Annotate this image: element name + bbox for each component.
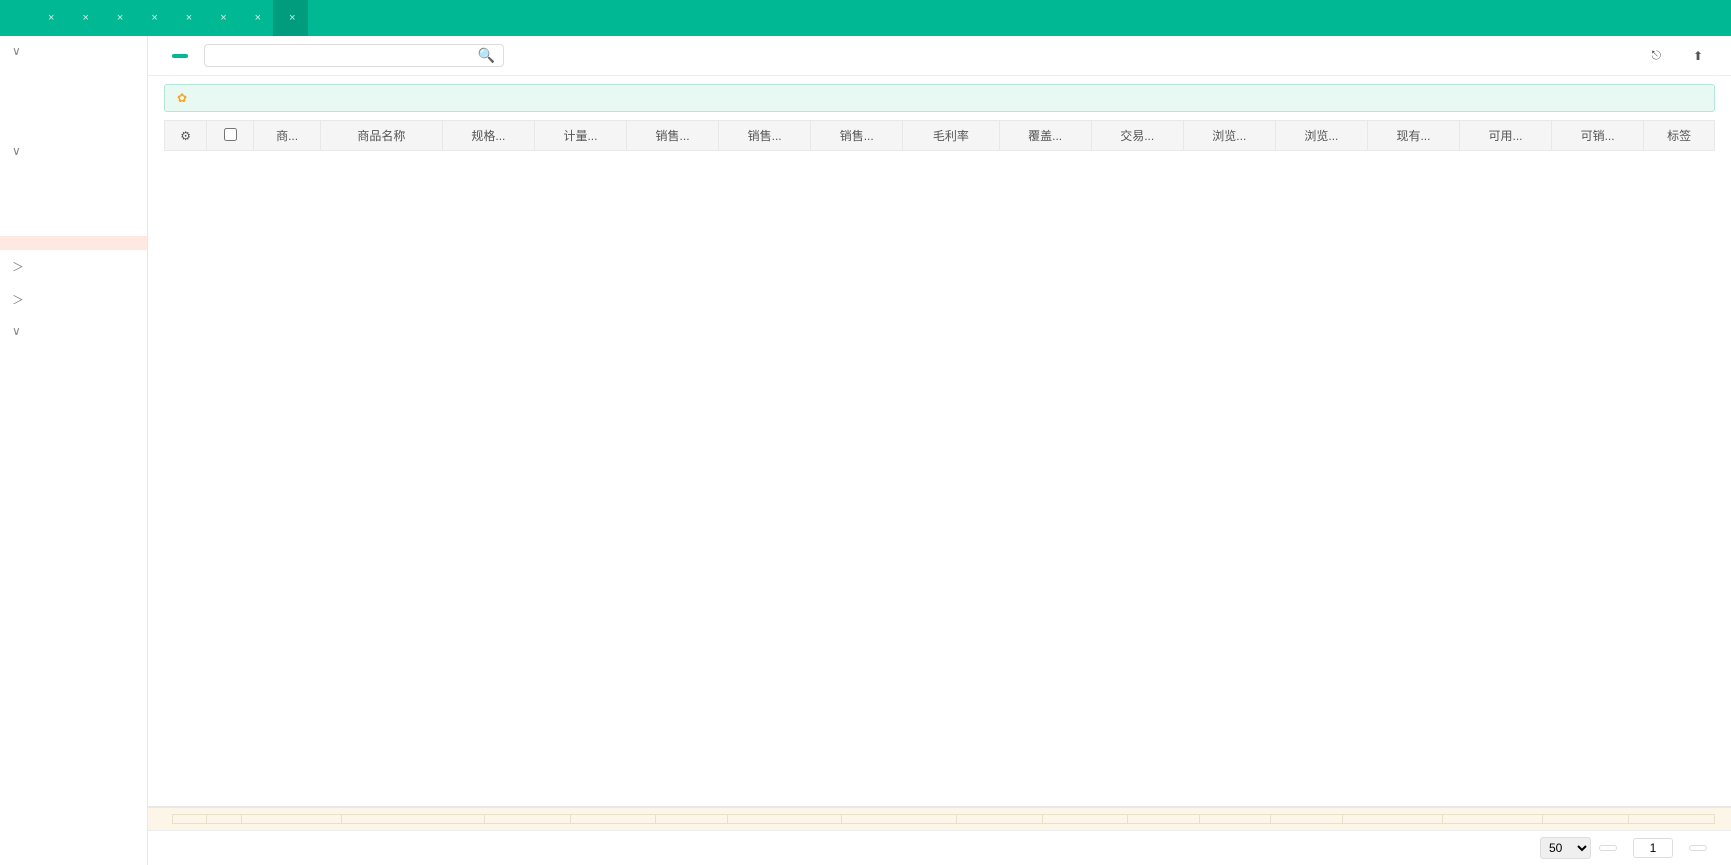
sidebar-group-growth[interactable]: ＞ — [0, 283, 147, 316]
close-icon[interactable]: × — [220, 12, 226, 24]
nav-item-role-auth[interactable]: × — [135, 0, 169, 36]
col-available[interactable]: 可用... — [1459, 121, 1551, 151]
sidebar-item-sales-products[interactable] — [0, 66, 147, 80]
sidebar-item-high-margin[interactable] — [0, 222, 147, 236]
col-unit[interactable]: 计量... — [534, 121, 626, 151]
close-icon[interactable]: × — [255, 12, 261, 24]
close-icon[interactable]: × — [151, 12, 157, 24]
warning-icon: ✿ — [177, 91, 187, 105]
sidebar-item-low-margin[interactable] — [0, 236, 147, 250]
pagination-bar: 50 100 200 — [148, 830, 1731, 865]
footer-sales-price — [727, 815, 841, 824]
sidebar: ∨ ∨ ＞ ＞ ∨ — [0, 36, 148, 865]
chevron-right-icon: ＞ — [12, 258, 24, 275]
prev-page-button[interactable] — [1599, 845, 1617, 851]
footer-browse1 — [1199, 815, 1271, 824]
col-spec[interactable]: 规格... — [442, 121, 534, 151]
nav-item-sales[interactable]: × — [32, 0, 66, 36]
data-table: ⚙ 商... 商品名称 规格... 计量... 销售... 销售... 销售..… — [164, 120, 1715, 151]
footer-current-stock — [1342, 815, 1442, 824]
col-sales-price[interactable]: 销售... — [719, 121, 811, 151]
col-gross-margin[interactable]: 毛利率 — [903, 121, 999, 151]
close-icon[interactable]: × — [117, 12, 123, 24]
close-icon[interactable]: × — [82, 12, 88, 24]
close-icon[interactable]: × — [186, 12, 192, 24]
footer-sales-qty — [656, 815, 728, 824]
sidebar-group-flow[interactable]: ＞ — [0, 250, 147, 283]
col-sales-profit[interactable]: 销售... — [811, 121, 903, 151]
sidebar-item-new-products[interactable] — [0, 360, 147, 374]
per-page-select[interactable]: 50 100 200 — [1540, 837, 1591, 859]
select-all-checkbox[interactable] — [224, 128, 237, 141]
nav-item-permissions[interactable]: × — [101, 0, 135, 36]
sidebar-item-traded-products[interactable] — [0, 80, 147, 94]
sidebar-group-marketing[interactable]: ∨ — [0, 316, 147, 346]
search-input[interactable] — [213, 49, 478, 63]
top-navigation: × × × × × × × × — [0, 0, 1731, 36]
main-layout: ∨ ∨ ＞ ＞ ∨ — [0, 36, 1731, 865]
col-sales-qty[interactable]: 销售... — [627, 121, 719, 151]
chevron-right-icon: ＞ — [12, 291, 24, 308]
sidebar-item-all-products[interactable] — [0, 346, 147, 360]
search-icon[interactable]: 🔍 — [478, 47, 495, 64]
sidebar-group-overall[interactable]: ∨ — [0, 36, 147, 66]
next-page-button[interactable] — [1689, 845, 1707, 851]
table-wrapper: ⚙ 商... 商品名称 规格... 计量... 销售... 销售... 销售..… — [148, 120, 1731, 806]
content-header: 🔍 ⎋ ⬆ — [148, 36, 1731, 76]
table-header-row: ⚙ 商... 商品名称 规格... 计量... 销售... 销售... 销售..… — [165, 121, 1715, 151]
sidebar-item-low-value[interactable] — [0, 180, 147, 194]
chevron-down-icon: ∨ — [12, 144, 21, 158]
content-area: 🔍 ⎋ ⬆ ✿ ⚙ — [148, 36, 1731, 865]
sidebar-item-capital-occupation[interactable] — [0, 122, 147, 136]
period-badge[interactable] — [172, 54, 188, 58]
nav-item-product-analysis[interactable]: × — [239, 0, 273, 36]
footer-browse2 — [1271, 815, 1343, 824]
search-box[interactable]: 🔍 — [204, 44, 504, 67]
col-settings[interactable]: ⚙ — [165, 121, 207, 151]
page-number-input[interactable] — [1633, 838, 1673, 858]
sidebar-item-in-stock[interactable] — [0, 108, 147, 122]
footer-trade — [1128, 815, 1200, 824]
sidebar-item-low-coverage[interactable] — [0, 208, 147, 222]
col-tag[interactable]: 标签 — [1644, 121, 1715, 151]
export-button[interactable]: ⬆ — [1685, 44, 1715, 67]
col-trade[interactable]: 交易... — [1091, 121, 1183, 151]
nav-item-template-settings[interactable]: × — [204, 0, 238, 36]
nav-item-product-analysis-list[interactable]: × — [273, 0, 307, 36]
sidebar-group-cluster[interactable]: ∨ — [0, 136, 147, 166]
sidebar-item-high-value[interactable] — [0, 166, 147, 180]
notice-bar: ✿ — [164, 84, 1715, 112]
col-current-stock[interactable]: 现有... — [1367, 121, 1459, 151]
col-sellable[interactable]: 可销... — [1552, 121, 1644, 151]
share-button[interactable]: ⎋ — [1643, 44, 1673, 67]
share-icon: ⎋ — [1651, 48, 1661, 63]
footer-sales-profit — [842, 815, 956, 824]
col-coverage[interactable]: 覆盖... — [999, 121, 1091, 151]
footer-totals — [148, 806, 1731, 830]
col-name[interactable]: 商品名称 — [320, 121, 442, 151]
chevron-down-icon: ∨ — [12, 324, 21, 338]
col-browse1[interactable]: 浏览... — [1183, 121, 1275, 151]
footer-available — [1443, 815, 1543, 824]
export-icon: ⬆ — [1693, 49, 1703, 63]
close-icon[interactable]: × — [48, 12, 54, 24]
close-icon[interactable]: × — [289, 12, 295, 24]
nav-item-purchase[interactable]: × — [66, 0, 100, 36]
nav-item-home[interactable] — [8, 0, 32, 36]
sidebar-item-high-coverage[interactable] — [0, 194, 147, 208]
col-checkbox[interactable] — [207, 121, 254, 151]
col-browse2[interactable]: 浏览... — [1275, 121, 1367, 151]
col-code[interactable]: 商... — [254, 121, 320, 151]
sidebar-item-category-rate[interactable] — [0, 94, 147, 108]
header-actions: ⎋ ⬆ — [1643, 44, 1715, 67]
chevron-down-icon: ∨ — [12, 44, 21, 58]
nav-item-product-entry[interactable]: × — [170, 0, 204, 36]
